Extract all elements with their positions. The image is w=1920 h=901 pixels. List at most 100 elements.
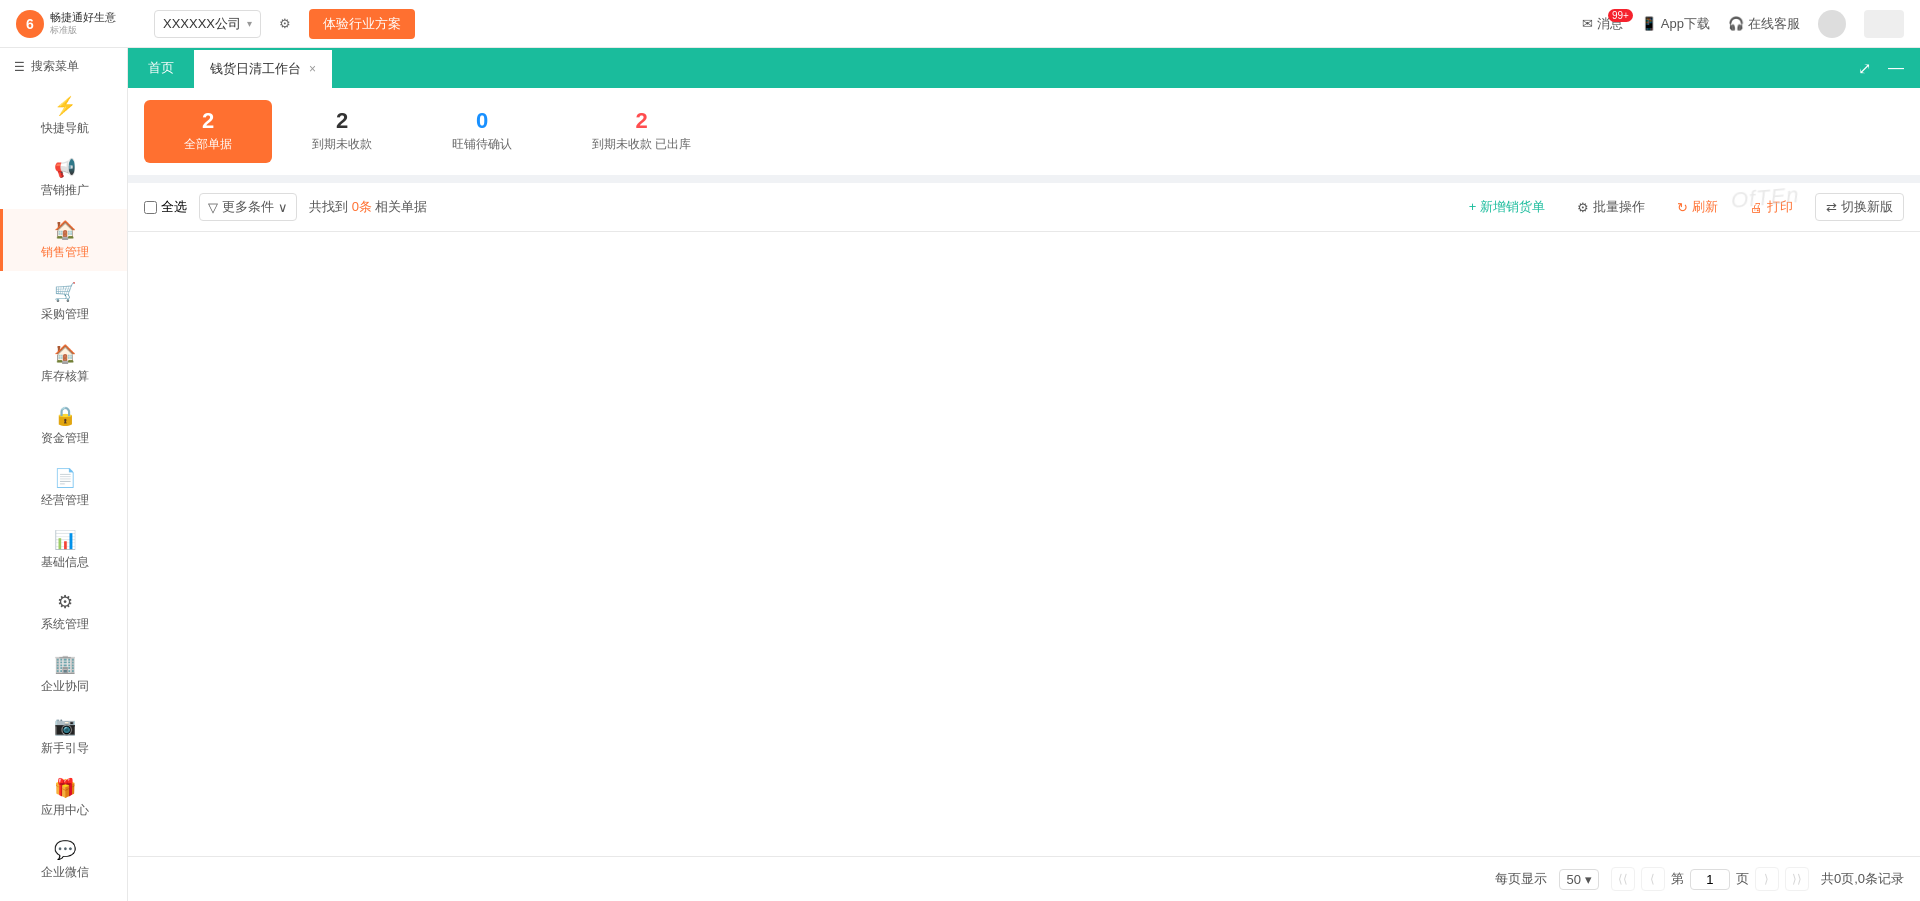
- batch-label: 批量操作: [1593, 198, 1645, 216]
- company-selector[interactable]: XXXXXX公司 ▾: [154, 10, 261, 38]
- filter-bar: 全选 ▽ 更多条件 ∨ 共找到 0条 相关单据 + 新增销货单: [128, 183, 1920, 232]
- service-label: 在线客服: [1748, 15, 1800, 33]
- sidebar-item-basic-info[interactable]: 📊 基础信息: [0, 519, 127, 581]
- sidebar-item-finance[interactable]: 🔒 资金管理: [0, 395, 127, 457]
- summary-card-shipped[interactable]: 2 到期未收款 已出库: [552, 100, 731, 163]
- tab-current[interactable]: 钱货日清工作台 ×: [194, 48, 332, 88]
- refresh-icon: ↻: [1677, 200, 1688, 215]
- sidebar-guide-label: 新手引导: [41, 740, 89, 757]
- sidebar-item-system[interactable]: ⚙ 系统管理: [0, 581, 127, 643]
- logo-area: 6 畅捷通好生意 标准版: [16, 10, 144, 38]
- app-download-button[interactable]: 📱 App下载: [1641, 15, 1710, 33]
- sidebar-item-purchase[interactable]: 🛒 采购管理: [0, 271, 127, 333]
- sidebar-item-corp-wechat[interactable]: 💬 企业微信: [0, 829, 127, 891]
- lightning-icon: ⚡: [54, 95, 76, 117]
- sidebar-corp-wechat-label: 企业微信: [41, 864, 89, 881]
- chevron-more-icon: ∨: [278, 200, 288, 215]
- page-suffix: 页: [1736, 870, 1749, 888]
- service-icon: 🎧: [1728, 16, 1744, 31]
- found-prefix: 共找到: [309, 199, 348, 214]
- message-badge: 99+: [1608, 9, 1633, 22]
- print-icon: 🖨: [1750, 200, 1763, 215]
- messages-button[interactable]: ✉ 消息 99+: [1582, 15, 1623, 33]
- tab-actions: ⤢ —: [1852, 56, 1920, 80]
- tab-close-icon[interactable]: ×: [309, 62, 316, 76]
- sidebar-item-search[interactable]: ☰ 搜索菜单: [0, 48, 127, 85]
- switch-version-button[interactable]: ⇄ 切换新版: [1815, 193, 1904, 221]
- page-content: 2 全部单据 2 到期未收款 0 旺铺待确认 2 到期未收款 已出库: [128, 88, 1920, 901]
- per-page-select[interactable]: 50 ▾: [1559, 869, 1598, 890]
- found-count: 0条: [352, 199, 372, 214]
- summary-overdue-count: 2: [336, 108, 348, 134]
- avatar[interactable]: [1818, 10, 1846, 38]
- corp-collab-icon: 🏢: [54, 653, 76, 675]
- toolbar-right: + 新增销货单 ⚙ 批量操作 ↻ 刷新 🖨 打印 ⇄: [1459, 193, 1904, 221]
- sidebar-item-app-center[interactable]: 🎁 应用中心: [0, 767, 127, 829]
- sidebar-item-member[interactable]: ▽ 畅会员: [0, 891, 127, 901]
- sidebar-search-label: 搜索菜单: [31, 58, 79, 75]
- batch-button[interactable]: ⚙ 批量操作: [1567, 194, 1655, 220]
- summary-card-overdue[interactable]: 2 到期未收款: [272, 100, 412, 163]
- page-number-input[interactable]: [1690, 869, 1730, 890]
- sidebar-item-guide[interactable]: 📷 新手引导: [0, 705, 127, 767]
- basic-info-icon: 📊: [54, 529, 76, 551]
- summary-pending-label: 旺铺待确认: [452, 136, 512, 153]
- finance-icon: 🔒: [54, 405, 76, 427]
- sidebar-inventory-label: 库存核算: [41, 368, 89, 385]
- minimize-icon[interactable]: —: [1884, 56, 1908, 80]
- guide-icon: 📷: [54, 715, 76, 737]
- summary-shipped-count: 2: [636, 108, 648, 134]
- sidebar-item-sales[interactable]: 🏠 销售管理: [0, 209, 127, 271]
- app-center-icon: 🎁: [54, 777, 76, 799]
- online-service-button[interactable]: 🎧 在线客服: [1728, 15, 1800, 33]
- restore-icon[interactable]: ⤢: [1852, 56, 1876, 80]
- sidebar-corp-collab-label: 企业协同: [41, 678, 89, 695]
- more-conditions-label: 更多条件: [222, 198, 274, 216]
- system-icon: ⚙: [57, 591, 73, 613]
- total-records: 共0页,0条记录: [1821, 870, 1904, 888]
- settings-icon[interactable]: ⚙: [271, 10, 299, 38]
- app-download-label: App下载: [1661, 15, 1710, 33]
- sidebar-item-operations[interactable]: 📄 经营管理: [0, 457, 127, 519]
- add-sale-button[interactable]: + 新增销货单: [1459, 194, 1555, 220]
- more-conditions-button[interactable]: ▽ 更多条件 ∨: [199, 193, 297, 221]
- filter-icon: ▽: [208, 200, 218, 215]
- last-page-button[interactable]: ⟩⟩: [1785, 867, 1809, 891]
- sidebar-item-marketing[interactable]: 📢 营销推广: [0, 147, 127, 209]
- refresh-button[interactable]: ↻ 刷新: [1667, 194, 1728, 220]
- sidebar-quick-nav-label: 快捷导航: [41, 120, 89, 137]
- summary-card-pending[interactable]: 0 旺铺待确认: [412, 100, 552, 163]
- sidebar-sales-label: 销售管理: [41, 244, 89, 261]
- found-suffix: 相关单据: [375, 199, 427, 214]
- tab-bar: 首页 钱货日清工作台 × ⤢ —: [128, 48, 1920, 88]
- switch-icon: ⇄: [1826, 200, 1837, 215]
- next-page-button[interactable]: ⟩: [1755, 867, 1779, 891]
- print-button[interactable]: 🖨 打印: [1740, 194, 1803, 220]
- select-all-checkbox[interactable]: 全选: [144, 198, 187, 216]
- corp-wechat-icon: 💬: [54, 839, 76, 861]
- sidebar-item-inventory[interactable]: 🏠 库存核算: [0, 333, 127, 395]
- sidebar: ☰ 搜索菜单 ⚡ 快捷导航 📢 营销推广 🏠 销售管理 🛒 采购管理 🏠 库存核…: [0, 48, 128, 901]
- download-icon: 📱: [1641, 16, 1657, 31]
- summary-card-all[interactable]: 2 全部单据: [144, 100, 272, 163]
- page-label: 第: [1671, 870, 1684, 888]
- sidebar-item-corp-collab[interactable]: 🏢 企业协同: [0, 643, 127, 705]
- sales-icon: 🏠: [54, 219, 76, 241]
- first-page-button[interactable]: ⟨⟨: [1611, 867, 1635, 891]
- per-page-value: 50: [1566, 872, 1580, 887]
- prev-page-button[interactable]: ⟨: [1641, 867, 1665, 891]
- user-menu[interactable]: [1864, 10, 1904, 38]
- summary-shipped-label: 到期未收款 已出库: [592, 136, 691, 153]
- company-name: XXXXXX公司: [163, 15, 241, 33]
- tab-home[interactable]: 首页: [128, 48, 194, 88]
- top-header: 6 畅捷通好生意 标准版 XXXXXX公司 ▾ ⚙ 体验行业方案 ✉ 消息 99…: [0, 0, 1920, 48]
- inventory-icon: 🏠: [54, 343, 76, 365]
- chevron-down-icon: ▾: [247, 18, 252, 29]
- trial-button[interactable]: 体验行业方案: [309, 9, 415, 39]
- select-all-input[interactable]: [144, 201, 157, 214]
- pagination: ⟨⟨ ⟨ 第 页 ⟩ ⟩⟩: [1611, 867, 1809, 891]
- per-page-label: 每页显示: [1495, 870, 1547, 888]
- sidebar-item-quick-nav[interactable]: ⚡ 快捷导航: [0, 85, 127, 147]
- message-icon: ✉: [1582, 16, 1593, 31]
- header-left: 6 畅捷通好生意 标准版 XXXXXX公司 ▾ ⚙ 体验行业方案: [16, 9, 415, 39]
